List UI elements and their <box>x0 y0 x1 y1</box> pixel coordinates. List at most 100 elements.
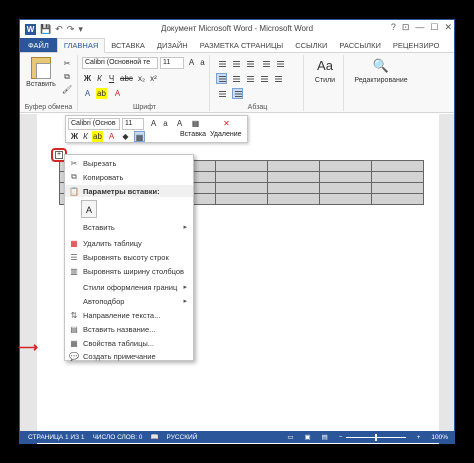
redo-icon[interactable]: ↷ <box>67 24 75 35</box>
delete-table-icon: ▦ <box>70 238 78 248</box>
increase-indent-icon[interactable] <box>274 58 285 69</box>
mini-font-size-field[interactable]: 11 <box>122 118 144 130</box>
copy-icon: ⧉ <box>71 172 77 181</box>
tab-references[interactable]: ССЫЛКИ <box>289 38 333 52</box>
tab-home[interactable]: ГЛАВНАЯ <box>56 38 106 53</box>
numbering-icon[interactable] <box>230 58 241 69</box>
tab-review[interactable]: РЕЦЕНЗИРО <box>387 38 446 52</box>
menu-item-insert[interactable]: Вставить ▸ <box>65 221 193 233</box>
word-count[interactable]: ЧИСЛО СЛОВ: 0 <box>92 434 142 441</box>
subscript-icon[interactable]: x₂ <box>136 73 147 84</box>
bold-icon[interactable]: Ж <box>82 73 93 84</box>
menu-item-insert-caption[interactable]: ▤ Вставить название... <box>65 323 193 335</box>
proofing-icon[interactable]: 📖 <box>150 433 158 441</box>
grow-font-icon[interactable]: A <box>186 57 197 68</box>
mini-borders-icon[interactable]: ▦ <box>134 131 145 142</box>
strikethrough-icon[interactable]: abc <box>120 73 133 84</box>
mini-font-color-icon[interactable]: A <box>106 131 117 142</box>
mini-highlight-icon[interactable]: ab <box>92 131 103 142</box>
cut-icon[interactable]: ✂ <box>62 59 72 69</box>
mini-insert-icon[interactable]: ▦ <box>190 118 201 129</box>
mini-font-name-field[interactable]: Calibri (Основ <box>68 118 120 130</box>
maximize-button[interactable]: ☐ <box>430 22 438 33</box>
format-painter-icon[interactable]: 🖌 <box>62 85 72 95</box>
word-logo-icon[interactable]: W <box>25 23 36 35</box>
bullets-icon[interactable] <box>216 58 227 69</box>
menu-item-autofit[interactable]: Автоподбор ▸ <box>65 295 193 307</box>
menu-item-delete-table[interactable]: ▦ Удалить таблицу <box>65 237 193 249</box>
page-count[interactable]: СТРАНИЦА 1 ИЗ 1 <box>28 434 84 441</box>
paste-keep-text-button[interactable]: A <box>81 200 97 218</box>
tab-file[interactable]: ФАЙЛ <box>20 38 57 52</box>
zoom-level[interactable]: 100% <box>431 434 448 441</box>
highlight-icon[interactable]: ab <box>96 88 107 99</box>
font-size-field[interactable]: 11 <box>160 57 184 69</box>
zoom-thumb[interactable] <box>374 433 377 441</box>
close-button[interactable]: ✕ <box>444 22 452 33</box>
tab-mailings[interactable]: РАССЫЛКИ <box>333 38 387 52</box>
paste-button[interactable]: Вставить <box>24 57 58 88</box>
title-bar: W 💾 ↶ ↷ ▾ Документ Microsoft Word - Micr… <box>20 20 454 38</box>
menu-label: Автоподбор <box>83 296 125 306</box>
read-mode-icon[interactable]: ▭ <box>287 433 293 441</box>
mini-shading-icon[interactable]: ◆ <box>120 131 131 142</box>
editing-button[interactable]: 🔍 Редактирование <box>348 57 414 84</box>
mini-styles-icon[interactable]: A <box>174 118 185 129</box>
italic-icon[interactable]: К <box>94 73 105 84</box>
column-width-icon: ▥ <box>70 266 78 276</box>
shading-icon[interactable] <box>216 88 227 99</box>
menu-item-copy[interactable]: ⧉ Копировать <box>65 171 193 183</box>
customize-icon[interactable]: ▾ <box>78 24 83 35</box>
editing-label: Редактирование <box>354 77 408 84</box>
decrease-indent-icon[interactable] <box>260 58 271 69</box>
styles-button[interactable]: Aa Стили <box>308 57 342 84</box>
mini-delete-icon[interactable]: ✕ <box>221 118 232 129</box>
ribbon-display-button[interactable]: ⊡ <box>402 22 410 33</box>
print-layout-icon[interactable]: ▣ <box>304 433 310 441</box>
find-icon: 🔍 <box>372 58 390 73</box>
menu-item-distribute-columns[interactable]: ▥ Выровнять ширину столбцов <box>65 265 193 277</box>
mini-italic-icon[interactable]: К <box>80 131 91 142</box>
mini-bold-icon[interactable]: Ж <box>69 131 80 142</box>
document-page[interactable]: Calibri (Основ 11 A a A Ж К ab A ◆ ▦ ▦ В… <box>37 114 439 444</box>
undo-icon[interactable]: ↶ <box>55 24 63 35</box>
menu-label: Копировать <box>83 172 124 182</box>
superscript-icon[interactable]: x² <box>148 73 159 84</box>
paste-options-icon: 📋 <box>69 186 79 196</box>
tab-page-layout[interactable]: РАЗМЕТКА СТРАНИЦЫ <box>194 38 289 52</box>
align-right-icon[interactable] <box>244 73 255 84</box>
clipboard-label: Буфер обмена <box>24 104 73 111</box>
zoom-slider[interactable] <box>345 433 406 441</box>
zoom-out-icon[interactable]: − <box>339 434 343 441</box>
mini-shrink-font-icon[interactable]: a <box>160 118 171 129</box>
language-indicator[interactable]: РУССКИЙ <box>167 434 198 441</box>
copy-icon[interactable]: ⧉ <box>62 72 72 82</box>
menu-item-new-comment[interactable]: 💬 Создать примечание <box>65 350 193 362</box>
help-button[interactable]: ? <box>391 22 396 33</box>
menu-item-text-direction[interactable]: ⇅ Направление текста... <box>65 309 193 321</box>
text-effects-icon[interactable]: A <box>82 88 93 99</box>
save-icon[interactable]: 💾 <box>40 24 51 35</box>
web-layout-icon[interactable]: ▤ <box>322 433 328 441</box>
font-color-icon[interactable]: A <box>112 88 123 99</box>
underline-icon[interactable]: Ч <box>106 73 117 84</box>
menu-item-border-styles[interactable]: Стили оформления границ ▸ <box>65 281 193 293</box>
align-left-icon[interactable] <box>216 73 227 84</box>
line-spacing-icon[interactable] <box>272 73 283 84</box>
zoom-in-icon[interactable]: + <box>417 434 421 441</box>
tab-design[interactable]: ДИЗАЙН <box>151 38 194 52</box>
align-center-icon[interactable] <box>230 73 241 84</box>
shrink-font-icon[interactable]: a <box>197 57 208 68</box>
multilevel-list-icon[interactable] <box>244 58 255 69</box>
mini-insert-label[interactable]: Вставка <box>180 131 206 138</box>
mini-delete-label[interactable]: Удаление <box>210 131 242 138</box>
menu-item-cut[interactable]: ✂ Вырезать <box>65 157 193 169</box>
menu-item-distribute-rows[interactable]: ☰ Выровнять высоту строк <box>65 251 193 263</box>
menu-item-table-properties[interactable]: ▦ Свойства таблицы... <box>65 337 193 349</box>
font-name-field[interactable]: Calibri (Основной те <box>82 57 158 69</box>
mini-grow-font-icon[interactable]: A <box>148 118 159 129</box>
justify-icon[interactable] <box>258 73 269 84</box>
borders-icon[interactable] <box>232 88 243 99</box>
minimize-button[interactable]: — <box>415 22 424 33</box>
tab-insert[interactable]: ВСТАВКА <box>105 38 151 52</box>
